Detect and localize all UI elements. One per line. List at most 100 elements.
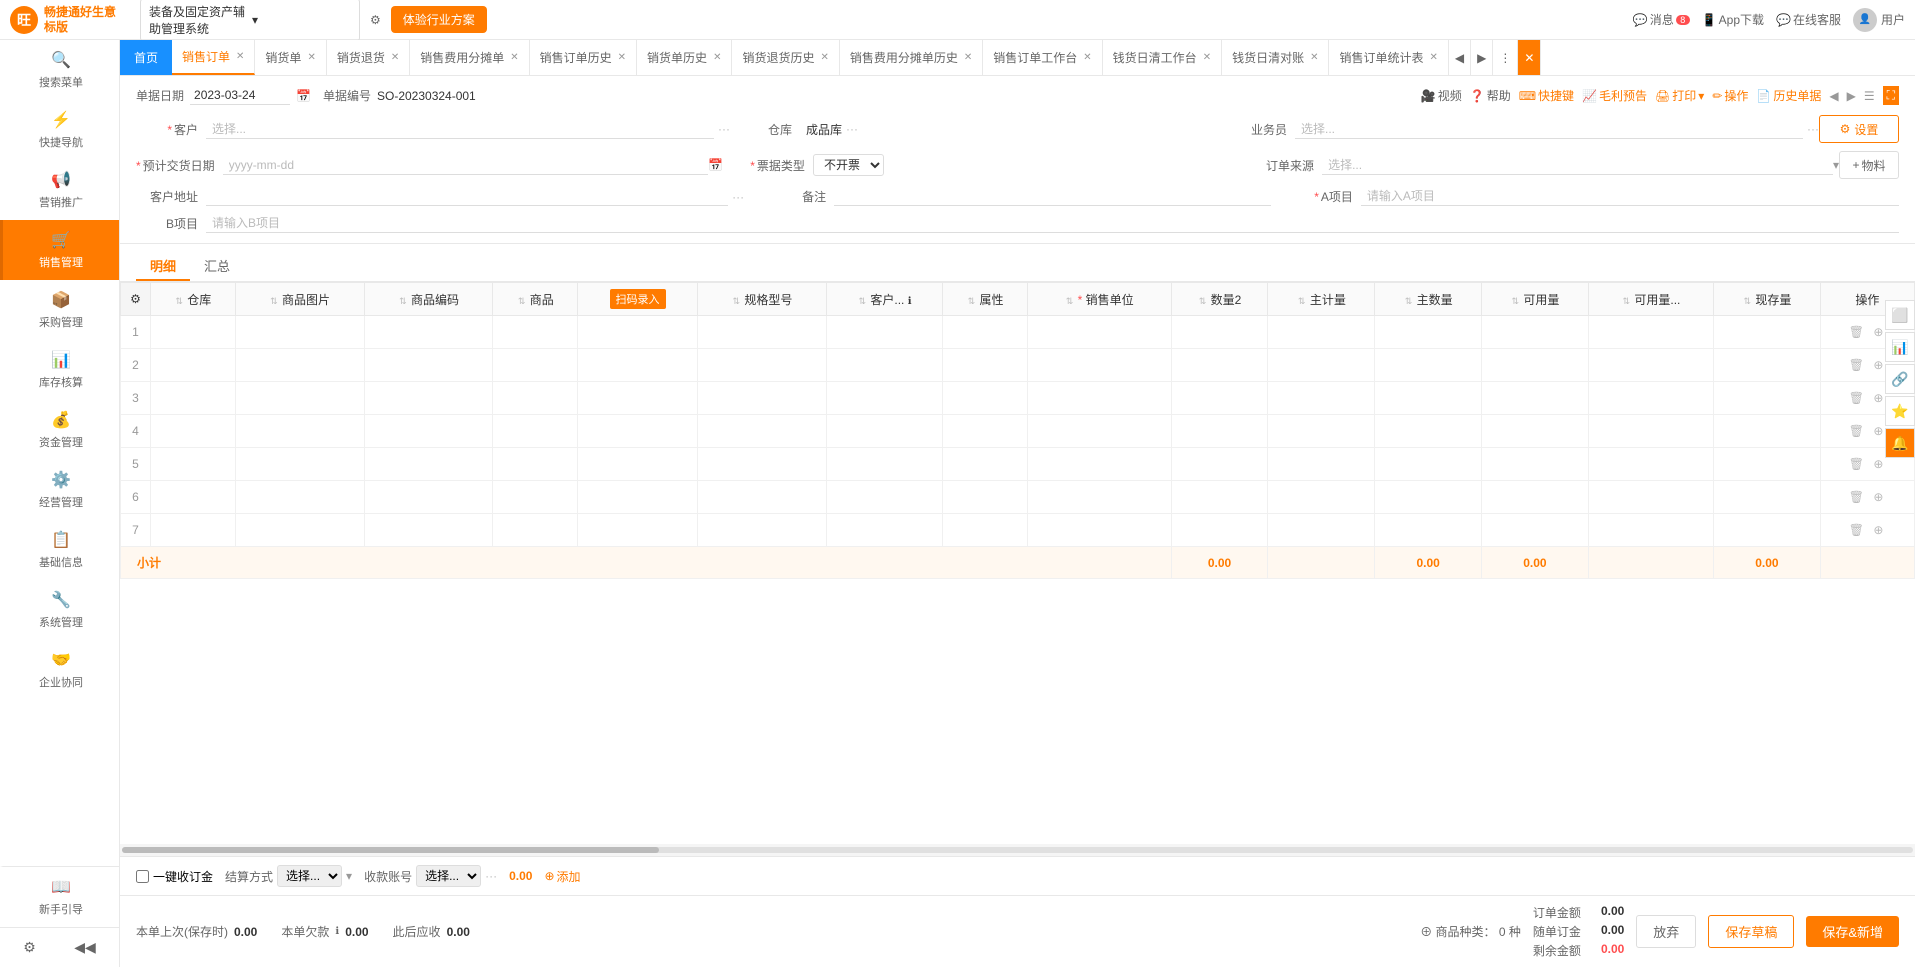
tab-detail[interactable]: 明细 (136, 252, 190, 281)
one-click-checkout-checkbox[interactable] (136, 870, 149, 883)
sidebar-item-search[interactable]: 🔍 搜索菜单 (0, 40, 119, 100)
scan-button[interactable]: 扫码录入 (610, 289, 666, 309)
row-warehouse[interactable] (151, 316, 236, 349)
row-main-qty[interactable] (1375, 316, 1482, 349)
horizontal-scrollbar[interactable] (120, 844, 1915, 856)
sidebar-item-finance[interactable]: 💰 资金管理 (0, 400, 119, 460)
tab-close-icon[interactable]: ✕ (236, 51, 244, 62)
discard-button[interactable]: 放弃 (1636, 915, 1696, 948)
delete-row-icon[interactable]: 🗑 (1846, 520, 1866, 540)
copy-row-icon[interactable]: ⊕ (1868, 520, 1888, 540)
account-more-icon[interactable]: ··· (485, 869, 497, 883)
tab-close-icon[interactable]: ✕ (510, 52, 518, 63)
gear-icon[interactable]: ⚙ (370, 13, 381, 27)
tab-close-icon[interactable]: ✕ (391, 52, 399, 63)
row-sales-unit[interactable] (1027, 316, 1171, 349)
tab-close-icon[interactable]: ✕ (964, 52, 972, 63)
row-main-unit[interactable] (1268, 316, 1375, 349)
customer-more-icon[interactable]: ··· (718, 122, 730, 136)
address-more-icon[interactable]: ··· (732, 190, 744, 204)
tab-next-btn[interactable]: ▶ (1471, 40, 1493, 75)
add-payment-button[interactable]: ⊕ 添加 (544, 868, 580, 885)
remarks-input[interactable] (834, 187, 1271, 206)
tab-close-icon[interactable]: ✕ (618, 52, 626, 63)
order-source-input[interactable] (1322, 156, 1833, 175)
delete-row-icon[interactable]: 🗑 (1846, 487, 1866, 507)
calendar-icon[interactable]: 📅 (708, 158, 723, 172)
tab-more-btn[interactable]: ⋮ (1493, 40, 1518, 75)
delete-row-icon[interactable]: 🗑 (1846, 322, 1866, 342)
settings-button[interactable]: ⚙ 设置 (1819, 115, 1899, 143)
address-input[interactable] (206, 187, 728, 206)
save-draft-button[interactable]: 保存草稿 (1708, 915, 1794, 948)
row-available[interactable] (1482, 316, 1589, 349)
shortcut-btn[interactable]: ⌨ 快捷键 (1519, 87, 1574, 104)
tab-sales-order-workbench[interactable]: 销售订单工作台 ✕ (983, 40, 1102, 75)
delete-row-icon[interactable]: 🗑 (1846, 388, 1866, 408)
sidebar-item-guide[interactable]: 📖 新手引导 (0, 866, 119, 927)
history-btn[interactable]: 📄 历史单据 (1756, 87, 1821, 104)
tab-cash-reconcile[interactable]: 钱货日清对账 ✕ (1222, 40, 1329, 75)
tab-sales-order-history[interactable]: 销售订单历史 ✕ (530, 40, 637, 75)
account-select[interactable]: 选择... (416, 865, 481, 887)
salesman-input[interactable] (1295, 120, 1803, 139)
sidebar-item-basic-info[interactable]: 📋 基础信息 (0, 520, 119, 580)
tab-sales-returns[interactable]: 销货单 ✕ (255, 40, 326, 75)
sidebar-item-quick-nav[interactable]: ⚡ 快捷导航 (0, 100, 119, 160)
view-btn[interactable]: 🎥 视频 (1421, 87, 1462, 104)
app-download-link[interactable]: 📱 App下载 (1702, 11, 1764, 28)
row-stock[interactable] (1714, 316, 1821, 349)
sidebar-item-marketing[interactable]: 📢 营销推广 (0, 160, 119, 220)
tab-close-icon[interactable]: ✕ (1430, 52, 1438, 63)
tab-home[interactable]: 首页 (120, 40, 172, 75)
warehouse-more-icon[interactable]: ··· (846, 122, 858, 136)
tab-summary[interactable]: 汇总 (190, 252, 244, 281)
tab-close-all-btn[interactable]: ✕ (1518, 40, 1541, 75)
save-new-button[interactable]: 保存&新增 (1806, 916, 1899, 947)
industry-button[interactable]: 体验行业方案 (391, 6, 487, 33)
row-available-more[interactable] (1588, 316, 1713, 349)
rfp-btn-3[interactable]: 🔗 (1885, 364, 1915, 394)
tab-close-icon[interactable]: ✕ (820, 52, 828, 63)
row-attributes[interactable] (943, 316, 1028, 349)
delete-row-icon[interactable]: 🗑 (1846, 454, 1866, 474)
sidebar-item-purchase[interactable]: 📦 采购管理 (0, 280, 119, 340)
sidebar-item-operations[interactable]: ⚙️ 经营管理 (0, 460, 119, 520)
tab-sales-fee-split[interactable]: 销售费用分摊单 ✕ (410, 40, 529, 75)
delete-row-icon[interactable]: 🗑 (1846, 421, 1866, 441)
tab-sales-invoice-history[interactable]: 销货单历史 ✕ (637, 40, 732, 75)
row-spec[interactable] (697, 316, 826, 349)
tab-cash-daily[interactable]: 钱货日清工作台 ✕ (1103, 40, 1222, 75)
row-product-code[interactable] (364, 316, 493, 349)
tab-sales-summary[interactable]: 销售订单统计表 ✕ (1329, 40, 1448, 75)
rfp-btn-2[interactable]: 📊 (1885, 332, 1915, 362)
tab-sales-refund-history[interactable]: 销货退货历史 ✕ (732, 40, 839, 75)
tab-close-icon[interactable]: ✕ (713, 52, 721, 63)
tab-sales-fee-history[interactable]: 销售费用分摊单历史 ✕ (840, 40, 983, 75)
help-btn[interactable]: ❓ 帮助 (1470, 87, 1511, 104)
a-project-input[interactable] (1361, 187, 1899, 206)
tab-sales-refund[interactable]: 销货退货 ✕ (327, 40, 410, 75)
operation-btn[interactable]: ✏ 操作 (1712, 87, 1748, 104)
date-input[interactable]: 2023-03-24 (190, 86, 290, 105)
rfp-btn-5[interactable]: 🔔 (1885, 428, 1915, 458)
expand-icon[interactable]: ☰ (1864, 89, 1875, 103)
collapse-icon[interactable]: ◀◀ (74, 939, 96, 956)
row-product[interactable] (493, 316, 578, 349)
nav-prev-icon[interactable]: ◀ (1829, 89, 1838, 103)
sidebar-item-cooperation[interactable]: 🤝 企业协同 (0, 640, 119, 700)
profit-btn[interactable]: 📈 毛利预告 (1582, 87, 1647, 104)
nav-next-icon[interactable]: ▶ (1847, 89, 1856, 103)
add-material-button[interactable]: + 物料 (1839, 151, 1899, 179)
row-qty2[interactable] (1171, 316, 1268, 349)
tab-close-icon[interactable]: ✕ (307, 52, 315, 63)
expected-date-input[interactable] (223, 156, 708, 175)
goods-count-icon[interactable]: ⊕ (1420, 925, 1432, 939)
row-customer-code[interactable] (826, 316, 942, 349)
table-gear-icon[interactable]: ⚙ (130, 292, 141, 306)
message-icon[interactable]: 💬 消息 8 (1633, 11, 1690, 28)
settings-icon[interactable]: ⚙ (23, 939, 36, 956)
rfp-btn-4[interactable]: ⭐ (1885, 396, 1915, 426)
calendar-icon[interactable]: 📅 (296, 89, 311, 103)
customer-input[interactable] (206, 120, 714, 139)
